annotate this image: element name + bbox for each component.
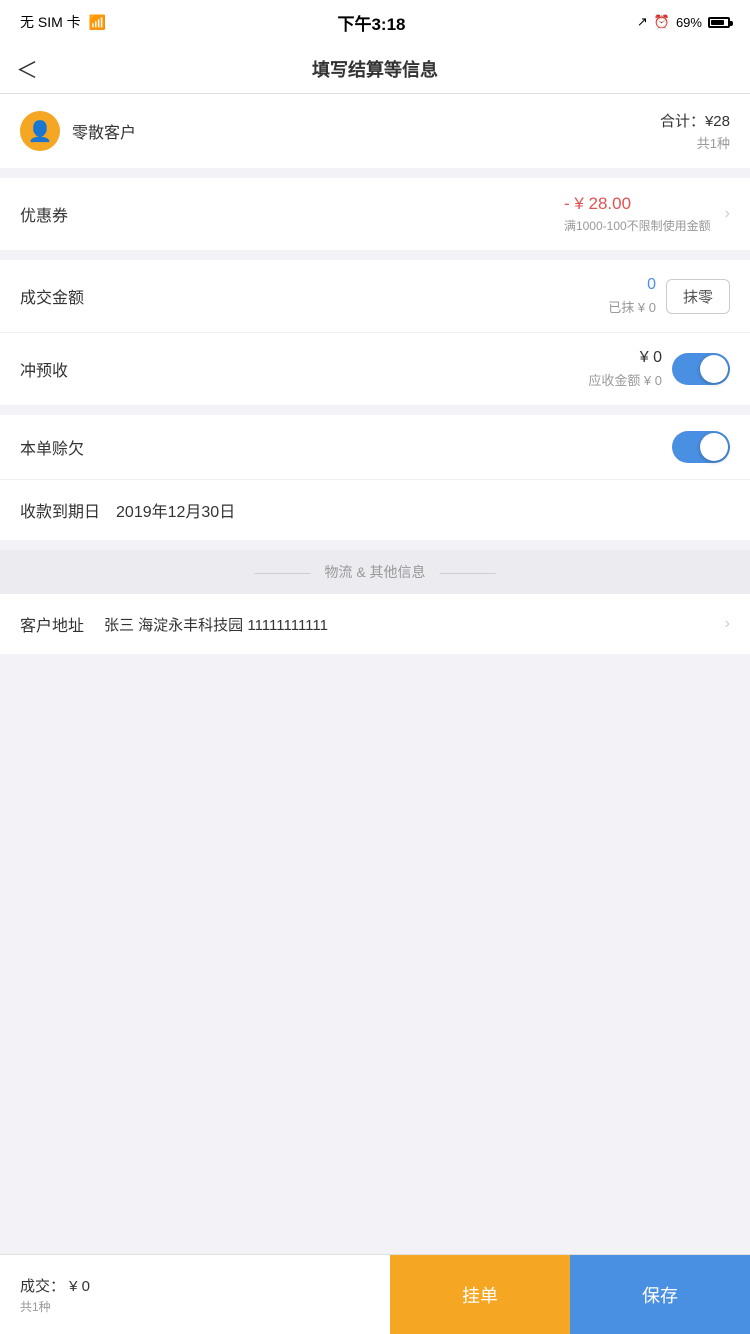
customer-section: 👤 零散客户 合计：¥28 共1种 (0, 94, 750, 168)
deal-amount-row: 成交金额 0 已抹 ¥ 0 抹零 (0, 260, 750, 333)
debt-section: 本单赊欠 收款到期日 2019年12月30日 (0, 415, 750, 540)
customer-left: 👤 零散客户 (20, 111, 136, 151)
prepay-label: 冲预收 (20, 357, 68, 381)
deal-prepay-section: 成交金额 0 已抹 ¥ 0 抹零 冲预收 ¥ 0 应收金额 ¥ 0 (0, 260, 750, 405)
bottom-count: 共1种 (20, 1298, 370, 1315)
location-icon: ↗ (637, 14, 648, 30)
address-label: 客户地址 (20, 612, 84, 636)
prepay-toggle[interactable] (672, 353, 730, 385)
content: 👤 零散客户 合计：¥28 共1种 优惠券 - ¥ 28.00 满1000-10… (0, 94, 750, 954)
due-date-value: 2019年12月30日 (116, 498, 235, 522)
due-date-label: 收款到期日 (20, 498, 100, 522)
item-count: 共1种 (660, 133, 730, 152)
address-section: 客户地址 张三 海淀永丰科技园 11111111111 › (0, 594, 750, 654)
debt-toggle-knob (700, 433, 728, 461)
no-sim-label: 无 SIM 卡 (20, 12, 81, 32)
coupon-sub: 满1000-100不限制使用金额 (564, 217, 711, 234)
logistics-label: 物流 & 其他信息 (324, 564, 425, 580)
debt-row: 本单赊欠 (0, 415, 750, 480)
coupon-label: 优惠券 (20, 202, 68, 226)
round-zero-button[interactable]: 抹零 (666, 279, 730, 314)
prepay-row: 冲预收 ¥ 0 应收金额 ¥ 0 (0, 333, 750, 405)
battery-percent: 69% (676, 15, 702, 30)
logistics-divider-left: ———— (255, 564, 311, 580)
alarm-icon: ⏰ (654, 14, 670, 30)
debt-label: 本单赊欠 (20, 435, 84, 459)
bottom-info: 成交： ¥ 0 共1种 (0, 1275, 390, 1315)
deal-amount-value-wrap: 0 已抹 ¥ 0 (608, 276, 656, 316)
bottom-deal-label: 成交： ¥ 0 (20, 1275, 370, 1296)
toggle-knob (700, 355, 728, 383)
status-left: 无 SIM 卡 📶 (20, 12, 106, 32)
debt-right (672, 431, 730, 463)
total-amount: 合计：¥28 (660, 110, 730, 131)
prepay-value-wrap: ¥ 0 应收金额 ¥ 0 (588, 349, 662, 389)
customer-name: 零散客户 (72, 119, 136, 143)
customer-avatar: 👤 (20, 111, 60, 151)
due-date-row: 收款到期日 2019年12月30日 (0, 480, 750, 540)
prepay-value: ¥ 0 (640, 349, 662, 366)
status-bar: 无 SIM 卡 📶 下午3:18 ↗ ⏰ 69% (0, 0, 750, 44)
customer-row: 👤 零散客户 合计：¥28 共1种 (0, 94, 750, 168)
back-button[interactable]: ＜ (16, 53, 38, 85)
hang-order-button[interactable]: 挂单 (390, 1255, 570, 1334)
status-time: 下午3:18 (337, 10, 405, 35)
coupon-value: - ¥ 28.00 (564, 194, 711, 214)
deal-amount-sub: 已抹 ¥ 0 (608, 297, 656, 316)
empty-space (0, 664, 750, 864)
status-right: ↗ ⏰ 69% (637, 14, 730, 30)
prepay-sub: 应收金额 ¥ 0 (588, 370, 662, 389)
debt-toggle[interactable] (672, 431, 730, 463)
customer-total: 合计：¥28 共1种 (660, 110, 730, 152)
battery-icon (708, 17, 730, 28)
logistics-header: ———— 物流 & 其他信息 ———— (0, 550, 750, 594)
prepay-right: ¥ 0 应收金额 ¥ 0 (588, 349, 730, 389)
coupon-value-wrap: - ¥ 28.00 满1000-100不限制使用金额 (564, 194, 711, 234)
deal-amount-right: 0 已抹 ¥ 0 抹零 (608, 276, 730, 316)
save-button[interactable]: 保存 (570, 1255, 750, 1334)
deal-amount-label: 成交金额 (20, 284, 84, 308)
address-value: 张三 海淀永丰科技园 11111111111 (104, 614, 701, 635)
coupon-right: - ¥ 28.00 满1000-100不限制使用金额 › (564, 194, 730, 234)
page-title: 填写结算等信息 (312, 56, 438, 82)
coupon-section: 优惠券 - ¥ 28.00 满1000-100不限制使用金额 › (0, 178, 750, 250)
wifi-icon: 📶 (89, 14, 106, 31)
coupon-row[interactable]: 优惠券 - ¥ 28.00 满1000-100不限制使用金额 › (0, 178, 750, 250)
address-row[interactable]: 客户地址 张三 海淀永丰科技园 11111111111 › (0, 594, 750, 654)
address-chevron-icon: › (725, 615, 730, 633)
coupon-chevron-icon: › (725, 205, 730, 223)
logistics-divider-right: ———— (439, 564, 495, 580)
nav-bar: ＜ 填写结算等信息 (0, 44, 750, 94)
bottom-bar: 成交： ¥ 0 共1种 挂单 保存 (0, 1254, 750, 1334)
avatar-icon: 👤 (28, 119, 53, 144)
deal-amount-value: 0 (647, 276, 656, 293)
